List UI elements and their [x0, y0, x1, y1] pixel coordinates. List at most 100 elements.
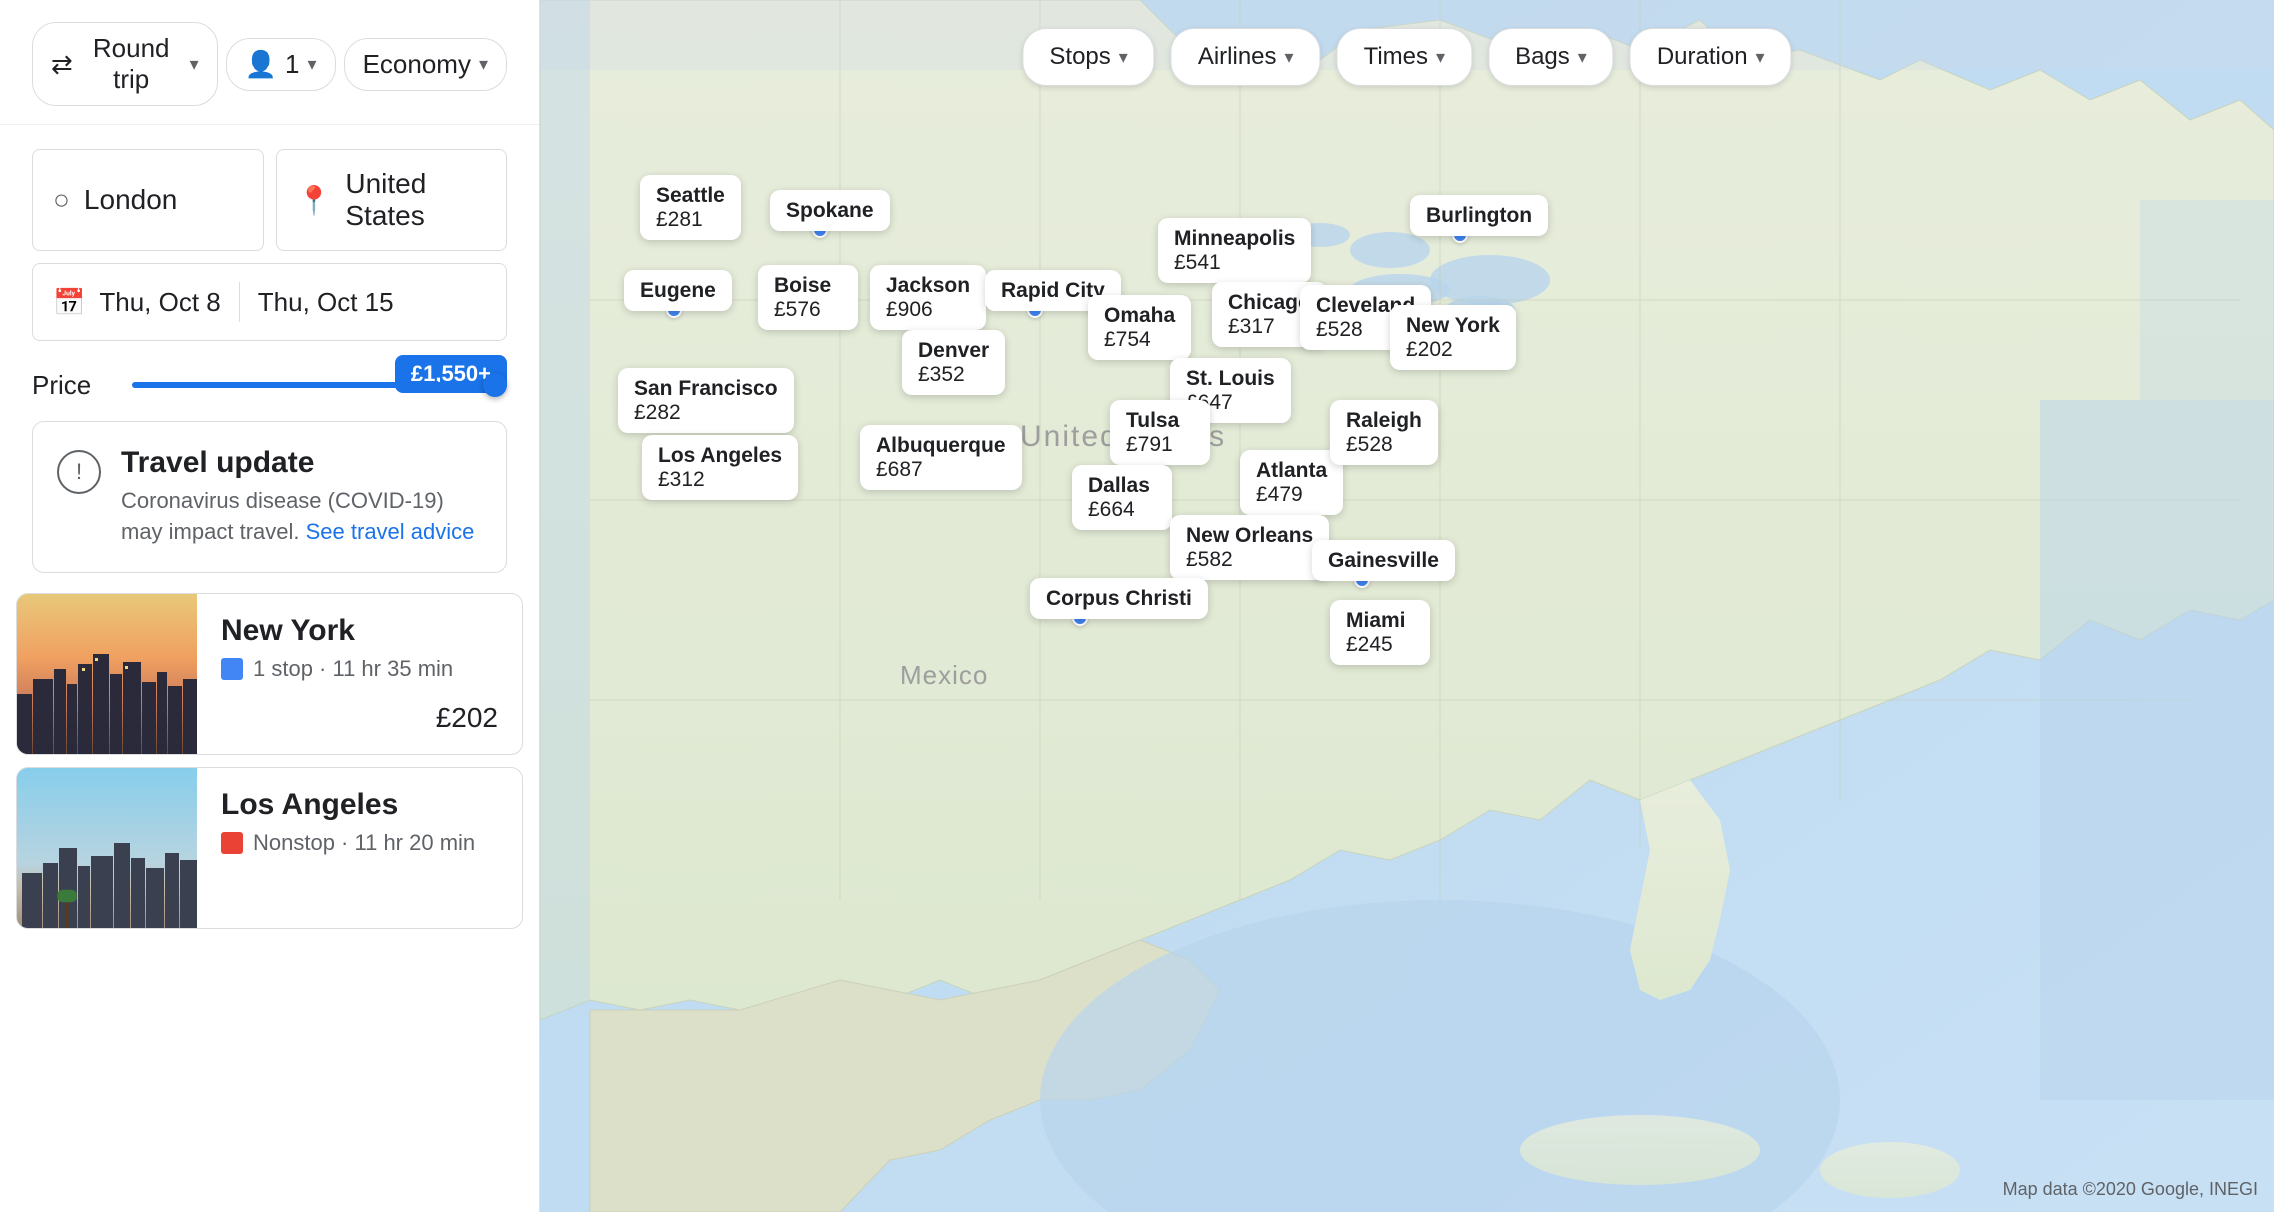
- bags-label: Bags: [1515, 43, 1570, 71]
- map-label[interactable]: Raleigh£528: [1330, 400, 1438, 465]
- map-label[interactable]: Tulsa£791: [1110, 400, 1210, 465]
- swap-icon: ⇄: [51, 49, 73, 80]
- map-label-city: Los Angeles: [658, 443, 782, 468]
- duration-filter-button[interactable]: Duration ▾: [1630, 28, 1792, 86]
- travel-advice-link[interactable]: See travel advice: [306, 519, 475, 544]
- origin-icon: ○: [53, 184, 70, 216]
- map-label-price: £282: [634, 401, 681, 425]
- map-label-city: Gainesville: [1328, 548, 1439, 573]
- newyork-image: [17, 594, 197, 754]
- map-label-city: Albuquerque: [876, 433, 1006, 458]
- map-label[interactable]: Atlanta£479: [1240, 450, 1343, 515]
- map-filters: Stops ▾ Airlines ▾ Times ▾ Bags ▾ Durati…: [1022, 28, 1791, 86]
- price-slider-track[interactable]: [132, 382, 507, 388]
- travel-update-body: Coronavirus disease (COVID-19) may impac…: [121, 486, 482, 548]
- destination-field[interactable]: 📍 United States: [276, 149, 508, 251]
- origin-value: London: [84, 184, 177, 216]
- map-label-price: £664: [1088, 498, 1135, 522]
- map-label-city: Atlanta: [1256, 458, 1327, 483]
- map-label[interactable]: Seattle£281: [640, 175, 741, 240]
- map-label-city: Burlington: [1426, 203, 1532, 228]
- map-label[interactable]: Denver£352: [902, 330, 1005, 395]
- mexico-label: Mexico: [900, 660, 988, 691]
- airlines-filter-button[interactable]: Airlines ▾: [1171, 28, 1321, 86]
- cabin-class-button[interactable]: Economy ▾: [344, 38, 507, 91]
- map-label-price: £202: [1406, 338, 1453, 362]
- newyork-details: 1 stop · 11 hr 35 min: [221, 656, 498, 682]
- map-label-city: Denver: [918, 338, 989, 363]
- map-label-city: Dallas: [1088, 473, 1150, 498]
- map-label-city: Boise: [774, 273, 831, 298]
- map-label[interactable]: Burlington: [1410, 195, 1548, 236]
- map-label[interactable]: Los Angeles£312: [642, 435, 798, 500]
- airline-icon-la: [221, 832, 243, 854]
- map-label-city: Spokane: [786, 198, 874, 223]
- round-trip-label: Round trip: [81, 33, 182, 95]
- map-label-price: £541: [1174, 251, 1221, 275]
- times-label: Times: [1364, 43, 1428, 71]
- map-label[interactable]: Omaha£754: [1088, 295, 1191, 360]
- map-label-city: San Francisco: [634, 376, 778, 401]
- map-label-price: £528: [1316, 318, 1363, 342]
- flight-card-la[interactable]: Los Angeles Nonstop · 11 hr 20 min: [16, 767, 523, 929]
- map-label-city: Corpus Christi: [1046, 586, 1192, 611]
- map-label[interactable]: Albuquerque£687: [860, 425, 1022, 490]
- map-label[interactable]: San Francisco£282: [618, 368, 794, 433]
- map-label-city: Omaha: [1104, 303, 1175, 328]
- newyork-card-info: New York 1 stop · 11 hr 35 min £202: [197, 594, 522, 754]
- map-label-city: Minneapolis: [1174, 226, 1295, 251]
- map-label[interactable]: Spokane: [770, 190, 890, 231]
- map-label[interactable]: New Orleans£582: [1170, 515, 1329, 580]
- price-slider-container: £1,550+: [132, 365, 507, 405]
- airlines-label: Airlines: [1198, 43, 1277, 71]
- map-label-price: £791: [1126, 433, 1173, 457]
- map-label[interactable]: Gainesville: [1312, 540, 1455, 581]
- airline-icon-newyork: [221, 658, 243, 680]
- map-label-city: Raleigh: [1346, 408, 1422, 433]
- map-attribution: Map data ©2020 Google, INEGI: [2003, 1179, 2258, 1200]
- map-label-price: £312: [658, 468, 705, 492]
- date-start-field[interactable]: 📅 Thu, Oct 8 Thu, Oct 15: [32, 263, 507, 341]
- origin-field[interactable]: ○ London: [32, 149, 264, 251]
- round-trip-button[interactable]: ⇄ Round trip ▾: [32, 22, 218, 106]
- top-bar: ⇄ Round trip ▾ 👤 1 ▾ Economy ▾: [0, 0, 539, 125]
- la-card-info: Los Angeles Nonstop · 11 hr 20 min: [197, 768, 522, 928]
- map-label-price: £754: [1104, 328, 1151, 352]
- chevron-down-icon: ▾: [1119, 47, 1128, 68]
- price-slider-thumb[interactable]: [483, 373, 507, 397]
- map-label[interactable]: New York£202: [1390, 305, 1516, 370]
- map-label[interactable]: Corpus Christi: [1030, 578, 1208, 619]
- date-divider: [239, 282, 240, 322]
- map-label[interactable]: Dallas£664: [1072, 465, 1172, 530]
- map-label[interactable]: Minneapolis£541: [1158, 218, 1311, 283]
- map-panel: Stops ▾ Airlines ▾ Times ▾ Bags ▾ Durati…: [540, 0, 2274, 1212]
- map-label[interactable]: Eugene: [624, 270, 732, 311]
- travel-update-text: Travel update Coronavirus disease (COVID…: [121, 446, 482, 548]
- map-label-price: £352: [918, 363, 965, 387]
- stops-label: Stops: [1049, 43, 1110, 71]
- la-stops: Nonstop · 11 hr 20 min: [253, 830, 475, 856]
- map-label-price: £582: [1186, 548, 1233, 572]
- times-filter-button[interactable]: Times ▾: [1337, 28, 1473, 86]
- map-label-price: £687: [876, 458, 923, 482]
- passengers-button[interactable]: 👤 1 ▾: [226, 38, 336, 91]
- travel-update-card: ! Travel update Coronavirus disease (COV…: [32, 421, 507, 573]
- bags-filter-button[interactable]: Bags ▾: [1488, 28, 1614, 86]
- calendar-icon: 📅: [53, 287, 85, 318]
- map-label[interactable]: Miami£245: [1330, 600, 1430, 665]
- chevron-down-icon: ▾: [1285, 47, 1294, 68]
- map-label-price: £281: [656, 208, 703, 232]
- travel-update-title: Travel update: [121, 446, 482, 480]
- map-label-price: £245: [1346, 633, 1393, 657]
- alert-icon: !: [57, 450, 101, 494]
- destination-icon: 📍: [297, 184, 332, 217]
- flight-card-newyork[interactable]: New York 1 stop · 11 hr 35 min £202: [16, 593, 523, 755]
- stops-filter-button[interactable]: Stops ▾: [1022, 28, 1154, 86]
- la-image: [17, 768, 197, 928]
- map-label[interactable]: Boise£576: [758, 265, 858, 330]
- search-fields: ○ London 📍 United States 📅 Thu, Oct 8 Th…: [0, 125, 539, 357]
- date-end-value: Thu, Oct 15: [258, 287, 394, 318]
- map-label[interactable]: Jackson£906: [870, 265, 986, 330]
- map-label-city: Miami: [1346, 608, 1406, 633]
- location-row: ○ London 📍 United States: [32, 149, 507, 251]
